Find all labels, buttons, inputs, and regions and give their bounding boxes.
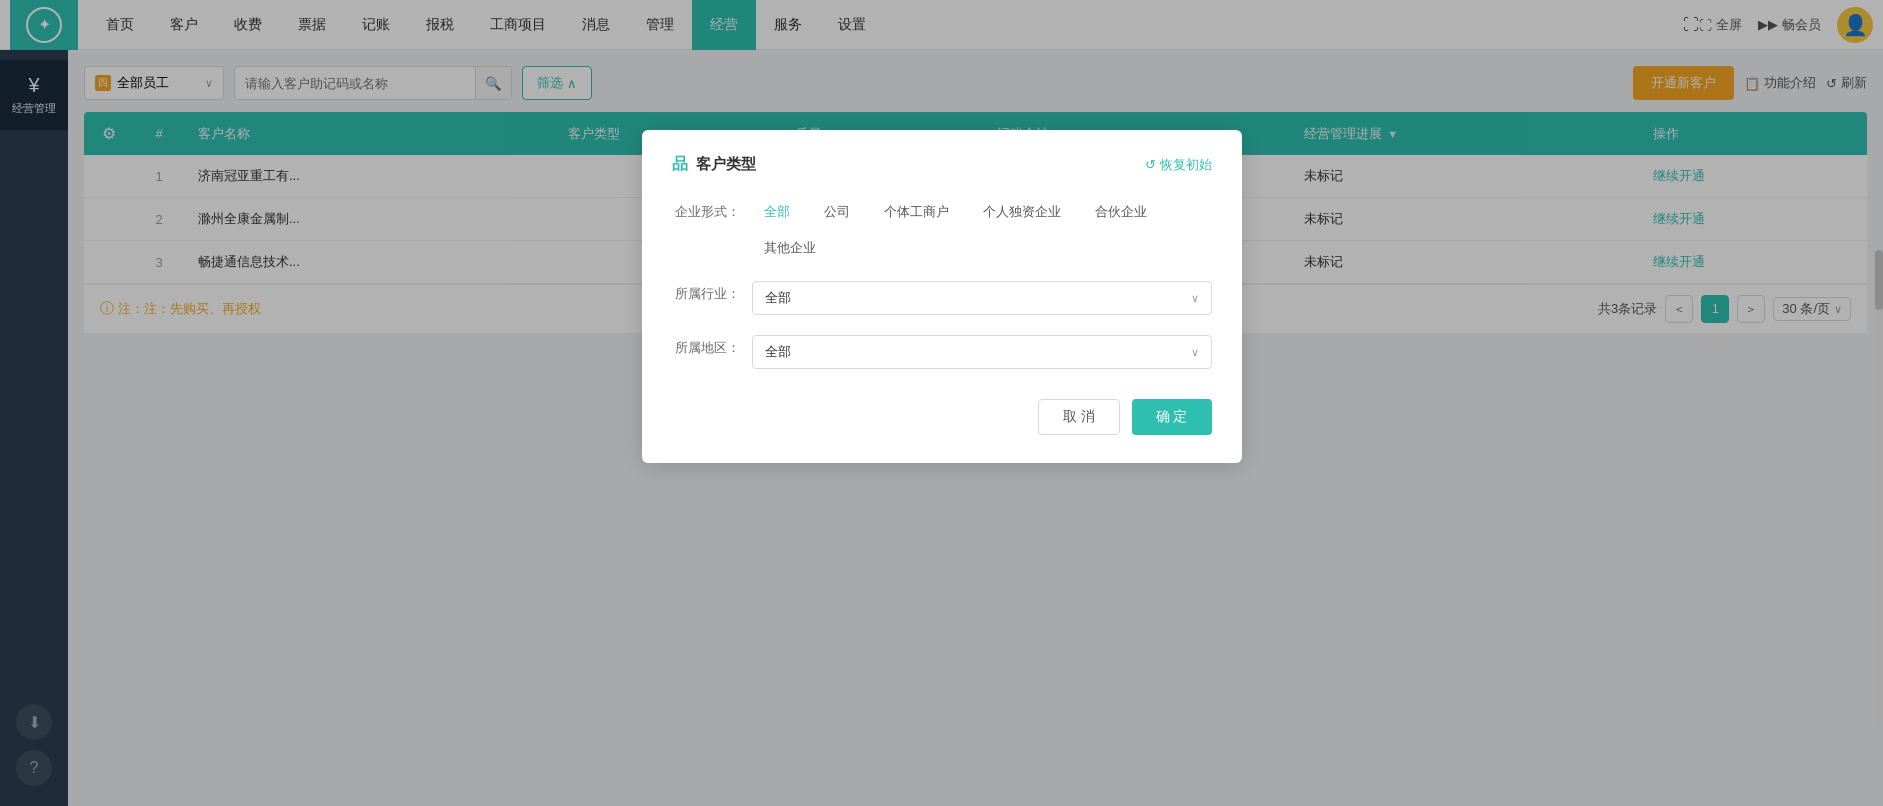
reset-label: 恢复初始 [1160,156,1212,174]
region-select[interactable]: 全部 ∨ [752,335,1212,369]
enterprise-form-other-tag[interactable]: 其他企业 [752,235,828,261]
industry-select-wrapper: 全部 ∨ [752,281,1212,315]
confirm-button[interactable]: 确 定 [1132,399,1212,435]
enterprise-form-row: 企业形式： 全部 公司 个体工商户 个人独资企业 合伙企业 其他企业 [672,199,1212,261]
enterprise-form-all-tag[interactable]: 全部 [752,199,802,225]
modal-title-text: 客户类型 [696,155,756,174]
modal-title-icon: 品 [672,154,688,175]
enterprise-form-options: 全部 公司 个体工商户 个人独资企业 合伙企业 其他企业 [752,199,1212,261]
modal-overlay[interactable]: 品 客户类型 ↺ 恢复初始 企业形式： 全部 公司 个体工商户 个人独资企业 合… [0,0,1883,806]
enterprise-form-label: 企业形式： [672,199,752,221]
cancel-button[interactable]: 取 消 [1038,399,1120,435]
enterprise-form-individual-tag[interactable]: 个体工商户 [872,199,961,225]
modal-reset-button[interactable]: ↺ 恢复初始 [1145,156,1212,174]
industry-row: 所属行业： 全部 ∨ [672,281,1212,315]
enterprise-form-sole-tag[interactable]: 个人独资企业 [971,199,1073,225]
modal-footer: 取 消 确 定 [672,399,1212,435]
region-value: 全部 [765,343,791,361]
filter-modal: 品 客户类型 ↺ 恢复初始 企业形式： 全部 公司 个体工商户 个人独资企业 合… [642,130,1242,463]
industry-value: 全部 [765,289,791,307]
region-label: 所属地区： [672,335,752,357]
industry-dropdown-icon: ∨ [1191,292,1199,305]
enterprise-form-company-tag[interactable]: 公司 [812,199,862,225]
region-dropdown-icon: ∨ [1191,346,1199,359]
industry-label: 所属行业： [672,281,752,303]
modal-header: 品 客户类型 ↺ 恢复初始 [672,154,1212,175]
modal-title: 品 客户类型 [672,154,756,175]
region-row: 所属地区： 全部 ∨ [672,335,1212,369]
region-select-wrapper: 全部 ∨ [752,335,1212,369]
industry-select[interactable]: 全部 ∨ [752,281,1212,315]
reset-icon: ↺ [1145,157,1156,172]
enterprise-form-tag-group: 全部 公司 个体工商户 个人独资企业 合伙企业 其他企业 [752,199,1212,261]
enterprise-form-partnership-tag[interactable]: 合伙企业 [1083,199,1159,225]
